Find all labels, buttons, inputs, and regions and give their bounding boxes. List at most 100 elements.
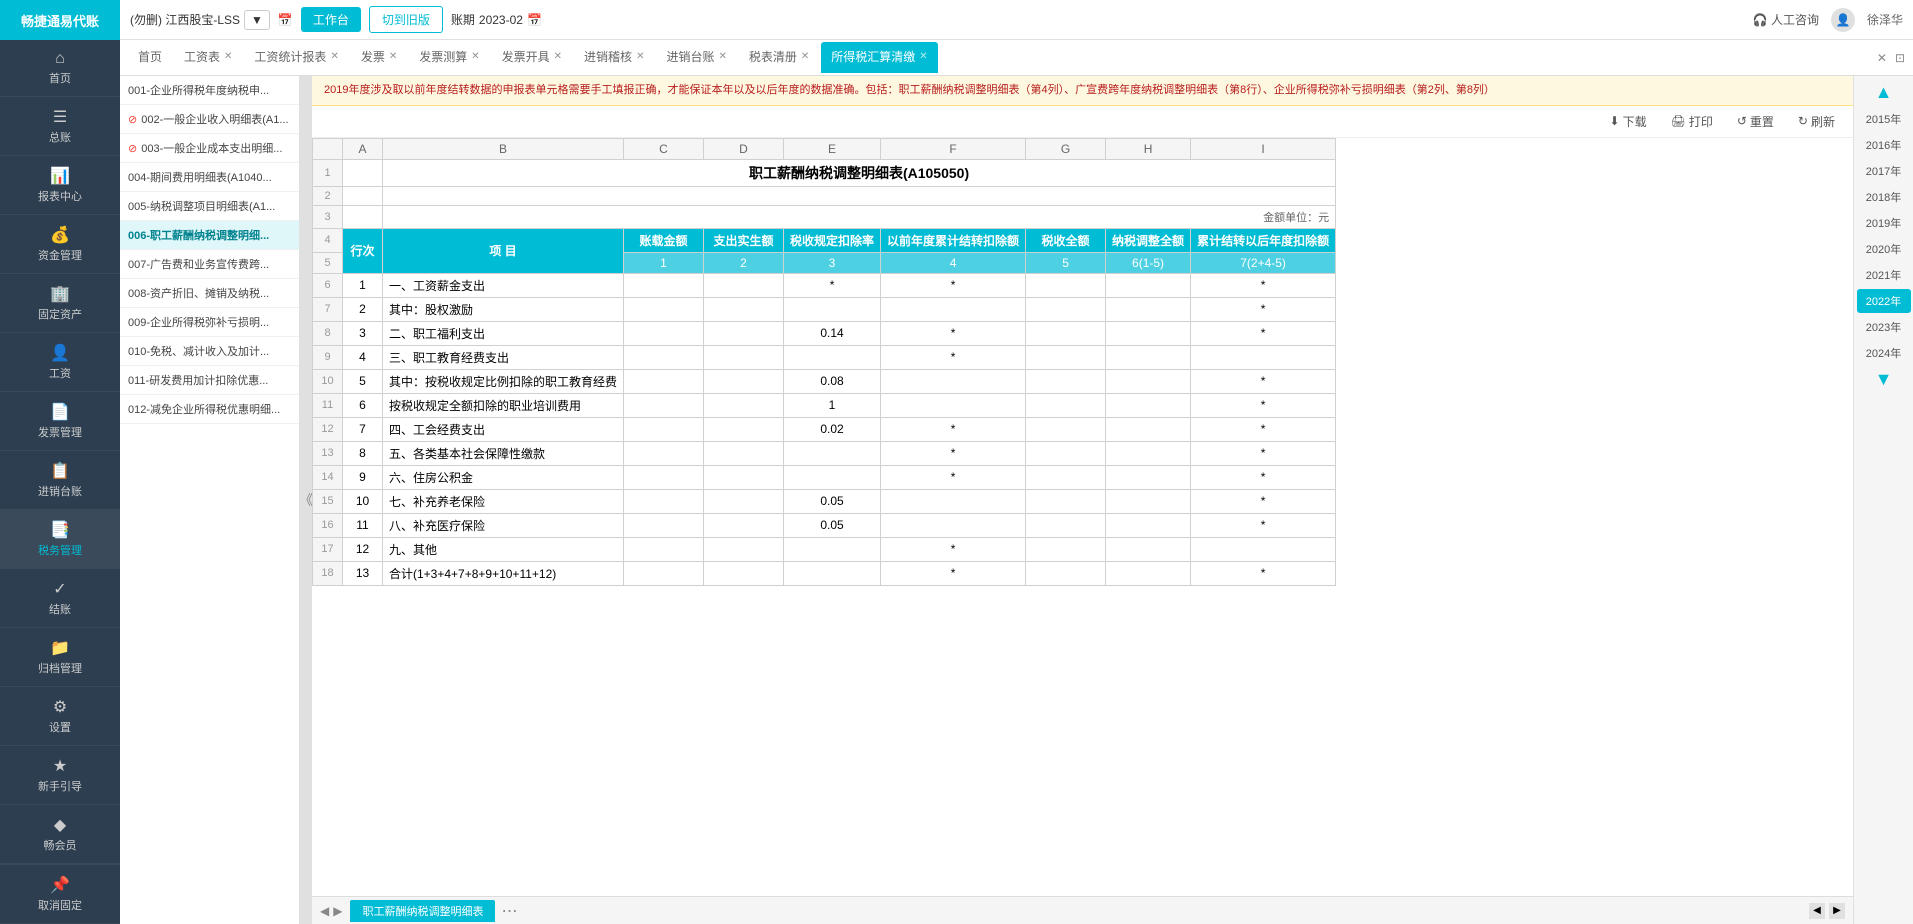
row-10-f[interactable] [881,369,1026,393]
row-6-g[interactable] [1026,273,1106,297]
sheet-scroll-right[interactable]: ▶ [1829,903,1845,919]
print-button[interactable]: 🖨 打印 [1665,110,1719,133]
row-14-c[interactable] [624,465,704,489]
row-13-h[interactable] [1106,441,1191,465]
year-2018[interactable]: 2018年 [1857,185,1911,209]
row-8-h[interactable] [1106,321,1191,345]
tab-income-tax[interactable]: 所得税汇算清缴 ✕ [821,42,937,73]
row-11-d[interactable] [704,393,784,417]
row-9-h[interactable] [1106,345,1191,369]
form-list-item-002[interactable]: ⊘ 002-一般企业收入明细表(A1... [120,105,299,134]
row-13-d[interactable] [704,441,784,465]
form-list-item-008[interactable]: 008-资产折旧、摊销及纳税... [120,279,299,308]
form-list-item-011[interactable]: 011-研发费用加计扣除优惠... [120,366,299,395]
customer-service-link[interactable]: 🎧 人工咨询 [1753,11,1819,28]
year-2019[interactable]: 2019年 [1857,211,1911,235]
year-2016[interactable]: 2016年 [1857,133,1911,157]
next-sheet-icon[interactable]: ▶ [333,904,342,918]
tab-close-invoice-calc[interactable]: ✕ [471,51,479,62]
row-9-g[interactable] [1026,345,1106,369]
tab-invoice-open[interactable]: 发票开具 ✕ [492,42,572,73]
row-15-f[interactable] [881,489,1026,513]
workbench-button[interactable]: 工作台 [301,7,361,32]
period-calendar-icon[interactable]: 📅 [527,13,542,27]
form-list-item-003[interactable]: ⊘ 003-一般企业成本支出明细... [120,134,299,163]
tab-tax-clear[interactable]: 税表清册 ✕ [739,42,819,73]
year-2021[interactable]: 2021年 [1857,263,1911,287]
form-list-item-007[interactable]: 007-广告费和业务宣传费跨... [120,250,299,279]
row-9-c[interactable] [624,345,704,369]
row-18-h[interactable] [1106,561,1191,585]
row-15-g[interactable] [1026,489,1106,513]
tab-close-sales-ledger[interactable]: ✕ [718,51,726,62]
row-7-e[interactable] [784,297,881,321]
row-9-i[interactable] [1191,345,1336,369]
tab-salary-report[interactable]: 工资统计报表 ✕ [244,42,348,73]
sidebar-unpin[interactable]: 📌 取消固定 [0,865,120,924]
row-17-g[interactable] [1026,537,1106,561]
row-15-c[interactable] [624,489,704,513]
row-16-f[interactable] [881,513,1026,537]
row-17-d[interactable] [704,537,784,561]
form-list-item-009[interactable]: 009-企业所得税弥补亏损明... [120,308,299,337]
row-12-d[interactable] [704,417,784,441]
sidebar-item-archive[interactable]: 📁 归档管理 [0,628,120,687]
tab-purchase[interactable]: 进销稽核 ✕ [574,42,654,73]
sheet-scroll-left[interactable]: ◀ [1809,903,1825,919]
tab-invoice[interactable]: 发票 ✕ [351,42,407,73]
refresh-button[interactable]: ↻ 刷新 [1792,110,1841,133]
year-2015[interactable]: 2015年 [1857,107,1911,131]
prev-sheet-icon[interactable]: ◀ [320,904,329,918]
tab-close-all-icon[interactable]: ✕ [1877,51,1887,65]
form-list-item-012[interactable]: 012-减免企业所得税优惠明细... [120,395,299,424]
switch-old-button[interactable]: 切到旧版 [369,6,443,33]
row-8-g[interactable] [1026,321,1106,345]
sheet-tab-active[interactable]: 职工薪酬纳税调整明细表 [350,900,495,922]
company-dropdown[interactable]: ▼ [244,10,270,30]
row-7-f[interactable] [881,297,1026,321]
row-10-d[interactable] [704,369,784,393]
tab-close-purchase[interactable]: ✕ [636,51,644,62]
sidebar-item-invoice[interactable]: 📄 发票管理 [0,392,120,451]
row-6-c[interactable] [624,273,704,297]
row-11-g[interactable] [1026,393,1106,417]
year-up-icon[interactable]: ▲ [1873,80,1895,105]
form-list-item-010[interactable]: 010-免税、减计收入及加计... [120,337,299,366]
form-list-item-004[interactable]: 004-期间费用明细表(A1040... [120,163,299,192]
tab-close-tax-clear[interactable]: ✕ [801,51,809,62]
tab-sales-ledger[interactable]: 进销台账 ✕ [656,42,736,73]
tab-close-invoice-open[interactable]: ✕ [554,51,562,62]
row-10-c[interactable] [624,369,704,393]
row-8-d[interactable] [704,321,784,345]
row-14-h[interactable] [1106,465,1191,489]
row-14-d[interactable] [704,465,784,489]
year-2020[interactable]: 2020年 [1857,237,1911,261]
sidebar-item-salary[interactable]: 👤 工资 [0,333,120,392]
row-15-h[interactable] [1106,489,1191,513]
form-list-item-005[interactable]: 005-纳税调整项目明细表(A1... [120,192,299,221]
year-2022[interactable]: 2022年 [1857,289,1911,313]
tab-close-salary-report[interactable]: ✕ [330,51,338,62]
row-13-c[interactable] [624,441,704,465]
row-18-g[interactable] [1026,561,1106,585]
row-11-c[interactable] [624,393,704,417]
row-14-g[interactable] [1026,465,1106,489]
row-18-c[interactable] [624,561,704,585]
tab-salary[interactable]: 工资表 ✕ [174,42,242,73]
row-12-c[interactable] [624,417,704,441]
row-7-h[interactable] [1106,297,1191,321]
tab-invoice-calc[interactable]: 发票测算 ✕ [409,42,489,73]
sidebar-item-sales[interactable]: 📋 进销台账 [0,451,120,510]
row-16-d[interactable] [704,513,784,537]
row-17-e[interactable] [784,537,881,561]
row-13-g[interactable] [1026,441,1106,465]
row-17-c[interactable] [624,537,704,561]
tab-expand-icon[interactable]: ⊡ [1895,51,1905,65]
row-6-d[interactable] [704,273,784,297]
year-2017[interactable]: 2017年 [1857,159,1911,183]
sidebar-item-reports[interactable]: 📊 报表中心 [0,156,120,215]
sidebar-item-funds[interactable]: 💰 资金管理 [0,215,120,274]
row-17-h[interactable] [1106,537,1191,561]
row-7-d[interactable] [704,297,784,321]
row-17-i[interactable] [1191,537,1336,561]
